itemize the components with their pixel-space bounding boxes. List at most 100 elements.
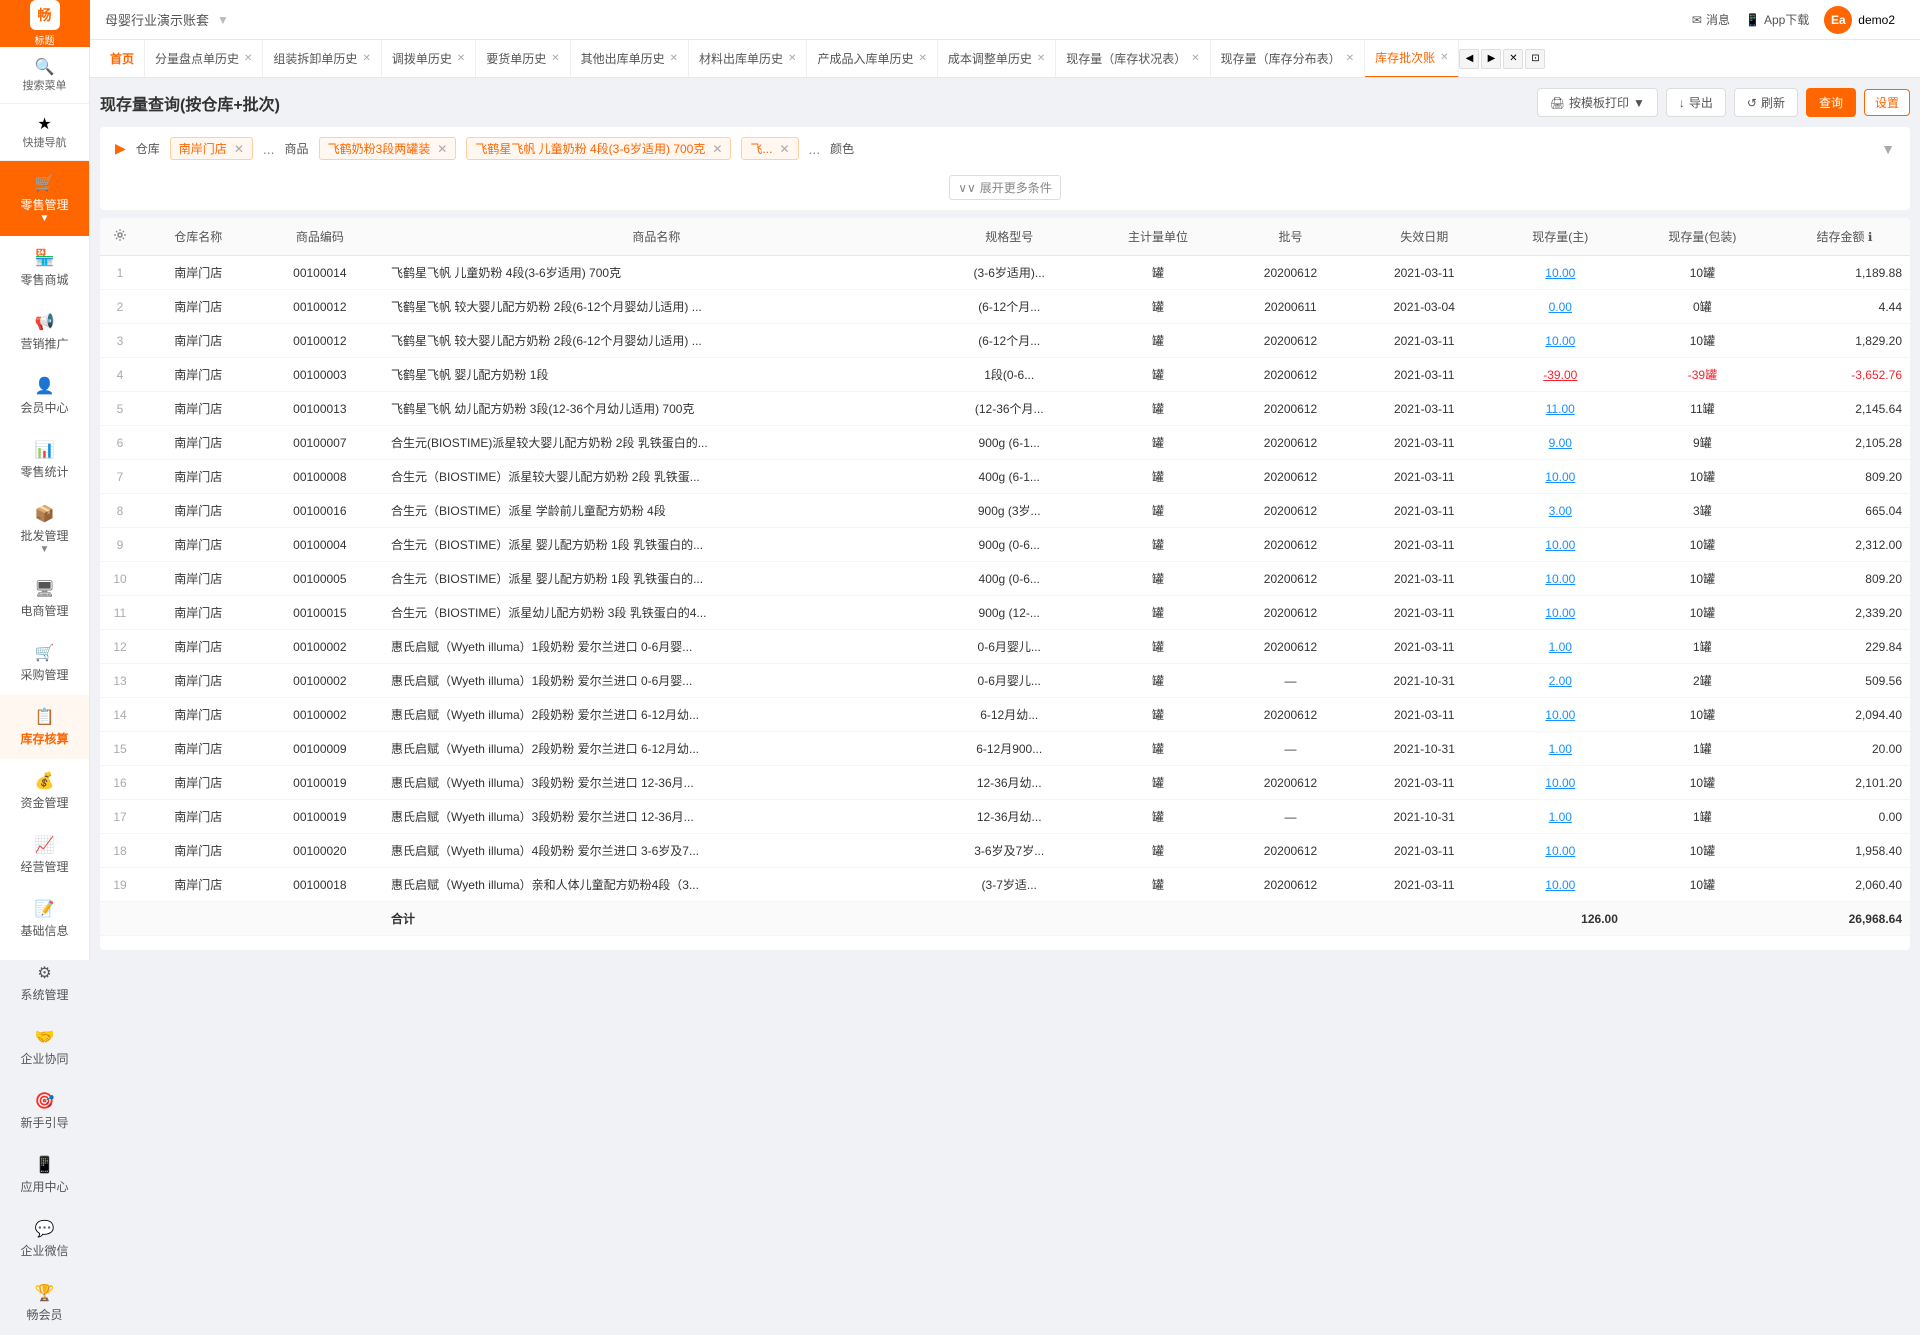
sidebar-item-app-center[interactable]: 📱 应用中心 bbox=[0, 1143, 89, 1207]
tab-xian-cun-2-close[interactable]: ✕ bbox=[1346, 53, 1354, 64]
row-qty-main[interactable]: 1.00 bbox=[1495, 732, 1626, 766]
tab-zu-zhuang-close[interactable]: ✕ bbox=[362, 53, 370, 64]
row-qty-main[interactable]: 10.00 bbox=[1495, 596, 1626, 630]
sidebar-item-retail-shop[interactable]: 🏪 零售商城 bbox=[0, 236, 89, 300]
sidebar-item-retail[interactable]: 🛒 零售管理 ▼ bbox=[0, 161, 89, 236]
row-qty-main[interactable]: 10.00 bbox=[1495, 528, 1626, 562]
sidebar-item-retail-stats[interactable]: 📊 零售统计 bbox=[0, 428, 89, 492]
tab-cai-liao-close[interactable]: ✕ bbox=[788, 53, 796, 64]
warehouse-tag[interactable]: 南岸门店 ✕ bbox=[170, 137, 253, 160]
sidebar-item-marketing[interactable]: 📢 营销推广 bbox=[0, 300, 89, 364]
row-code: 00100014 bbox=[257, 256, 383, 290]
row-warehouse: 南岸门店 bbox=[140, 766, 257, 800]
tab-yao-huo-close[interactable]: ✕ bbox=[551, 53, 559, 64]
row-unit: 罐 bbox=[1089, 528, 1228, 562]
sidebar-item-member2[interactable]: 🏆 畅会员 bbox=[0, 1271, 89, 1335]
sidebar-item-purchase[interactable]: 🛒 采购管理 bbox=[0, 631, 89, 695]
sidebar-shortcut-section[interactable]: ★ 快捷导航 bbox=[0, 104, 89, 161]
tab-qi-ta-close[interactable]: ✕ bbox=[670, 53, 678, 64]
inventory-icon: 📋 bbox=[35, 707, 55, 727]
product-tag-1[interactable]: 飞鹤奶粉3段两罐装 ✕ bbox=[319, 137, 457, 160]
nav-more[interactable]: ⊡ bbox=[1525, 49, 1545, 69]
user-area[interactable]: Ea demo2 bbox=[1824, 6, 1895, 34]
template-print-button[interactable]: 🖨 按模板打印 ▼ bbox=[1537, 88, 1658, 117]
nav-close-all[interactable]: ✕ bbox=[1503, 49, 1523, 69]
row-qty-main[interactable]: 9.00 bbox=[1495, 426, 1626, 460]
row-qty-main[interactable]: 1.00 bbox=[1495, 630, 1626, 664]
sidebar-item-inventory[interactable]: 📋 库存核算 bbox=[0, 695, 89, 759]
row-qty-main[interactable]: 10.00 bbox=[1495, 460, 1626, 494]
nav-left-arrow[interactable]: ◀ bbox=[1459, 49, 1479, 69]
row-qty-main[interactable]: 10.00 bbox=[1495, 324, 1626, 358]
color-dropdown-icon[interactable]: ▼ bbox=[1881, 141, 1895, 157]
sidebar-item-system[interactable]: ⚙ 系统管理 bbox=[0, 951, 89, 1015]
app-selector-area[interactable]: 母婴行业演示账套 ▼ bbox=[105, 10, 1692, 29]
row-qty-main[interactable]: 10.00 bbox=[1495, 834, 1626, 868]
tab-qi-ta[interactable]: 其他出库单历史 ✕ bbox=[571, 40, 689, 78]
tab-zu-zhuang[interactable]: 组装拆卸单历史 ✕ bbox=[263, 40, 381, 78]
product-tag-3-remove[interactable]: ✕ bbox=[779, 142, 789, 156]
warehouse-tag-remove[interactable]: ✕ bbox=[234, 142, 244, 156]
sidebar-item-enterprise-wechat[interactable]: 💬 企业微信 bbox=[0, 1207, 89, 1271]
tab-home[interactable]: 首页 bbox=[100, 40, 145, 78]
row-code: 00100003 bbox=[257, 358, 383, 392]
app-download-button[interactable]: 📱 App下载 bbox=[1745, 11, 1809, 28]
messages-button[interactable]: ✉ 消息 bbox=[1692, 11, 1730, 28]
tab-diao-bo[interactable]: 调拨单历史 ✕ bbox=[382, 40, 476, 78]
tab-ku-cun[interactable]: 库存批次账 ✕ bbox=[1365, 40, 1459, 78]
tab-chan-cheng-close[interactable]: ✕ bbox=[918, 53, 926, 64]
row-qty-main[interactable]: 10.00 bbox=[1495, 562, 1626, 596]
product-tag-1-remove[interactable]: ✕ bbox=[437, 142, 447, 156]
sidebar-item-member[interactable]: 👤 会员中心 bbox=[0, 364, 89, 428]
tab-cheng-ben-close[interactable]: ✕ bbox=[1037, 53, 1045, 64]
nav-right-arrow[interactable]: ▶ bbox=[1481, 49, 1501, 69]
sidebar-item-ecommerce[interactable]: 🖥 电商管理 bbox=[0, 567, 89, 631]
row-expire: 2021-03-11 bbox=[1354, 698, 1495, 732]
tab-xian-cun-1-close[interactable]: ✕ bbox=[1191, 53, 1199, 64]
tab-xian-cun-1[interactable]: 现存量（库存状况表） ✕ bbox=[1056, 40, 1210, 78]
row-batch: — bbox=[1227, 664, 1353, 698]
filter-expand-arrow[interactable]: ▶ bbox=[115, 140, 126, 157]
row-qty-main[interactable]: 10.00 bbox=[1495, 868, 1626, 902]
tab-yao-huo[interactable]: 要货单历史 ✕ bbox=[476, 40, 570, 78]
product-tag-3[interactable]: 飞... ✕ bbox=[741, 137, 798, 160]
sidebar-search-section[interactable]: 🔍 搜索菜单 bbox=[0, 47, 89, 104]
row-qty-main[interactable]: 10.00 bbox=[1495, 698, 1626, 732]
sidebar-item-operations[interactable]: 📈 经营管理 bbox=[0, 823, 89, 887]
tab-fen-pan-close[interactable]: ✕ bbox=[244, 53, 252, 64]
row-qty-main[interactable]: 0.00 bbox=[1495, 290, 1626, 324]
row-unit: 罐 bbox=[1089, 868, 1228, 902]
tab-ku-cun-close[interactable]: ✕ bbox=[1440, 52, 1448, 63]
sidebar-item-enterprise[interactable]: 🤝 企业协同 bbox=[0, 1015, 89, 1079]
row-qty-main[interactable]: 1.00 bbox=[1495, 800, 1626, 834]
sidebar-item-operations-label: 经营管理 bbox=[20, 858, 68, 875]
tab-fen-pan[interactable]: 分量盘点单历史 ✕ bbox=[145, 40, 263, 78]
tab-cheng-ben[interactable]: 成本调整单历史 ✕ bbox=[938, 40, 1056, 78]
warehouse-more[interactable]: ... bbox=[263, 141, 275, 157]
tab-diao-bo-close[interactable]: ✕ bbox=[457, 53, 465, 64]
row-qty-main[interactable]: 3.00 bbox=[1495, 494, 1626, 528]
tab-cai-liao[interactable]: 材料出库单历史 ✕ bbox=[689, 40, 807, 78]
product-more[interactable]: ... bbox=[809, 141, 821, 157]
query-button[interactable]: 查询 bbox=[1806, 88, 1856, 117]
sidebar-item-guide[interactable]: 🎯 新手引导 bbox=[0, 1079, 89, 1143]
row-qty-main[interactable]: 11.00 bbox=[1495, 392, 1626, 426]
table-body: 1 南岸门店 00100014 飞鹤星飞帆 儿童奶粉 4段(3-6岁适用) 70… bbox=[100, 256, 1910, 902]
product-tag-2-remove[interactable]: ✕ bbox=[712, 142, 722, 156]
tab-xian-cun-2[interactable]: 现存量（库存分布表） ✕ bbox=[1211, 40, 1365, 78]
row-qty-main[interactable]: 10.00 bbox=[1495, 766, 1626, 800]
export-button[interactable]: ↓ 导出 bbox=[1666, 88, 1726, 117]
tab-chan-cheng[interactable]: 产成品入库单历史 ✕ bbox=[807, 40, 937, 78]
col-settings[interactable] bbox=[100, 218, 140, 256]
row-qty-main[interactable]: 10.00 bbox=[1495, 256, 1626, 290]
sidebar-item-basic-info[interactable]: 📝 基础信息 bbox=[0, 887, 89, 951]
row-qty-main[interactable]: -39.00 bbox=[1495, 358, 1626, 392]
sidebar-item-wholesale[interactable]: 📦 批发管理 ▼ bbox=[0, 492, 89, 567]
sidebar-item-finance[interactable]: 💰 资金管理 bbox=[0, 759, 89, 823]
refresh-button[interactable]: ↺ 刷新 bbox=[1734, 88, 1798, 117]
row-qty-main[interactable]: 2.00 bbox=[1495, 664, 1626, 698]
product-tag-2[interactable]: 飞鹤星飞帆 儿童奶粉 4段(3-6岁适用) 700克 ✕ bbox=[466, 137, 731, 160]
expand-conditions-button[interactable]: ∨∨ 展开更多条件 bbox=[949, 175, 1061, 200]
settings-button[interactable]: 设置 bbox=[1864, 89, 1910, 116]
row-name: 合生元（BIOSTIME）派星 婴儿配方奶粉 1段 乳铁蛋白的... bbox=[383, 562, 930, 596]
